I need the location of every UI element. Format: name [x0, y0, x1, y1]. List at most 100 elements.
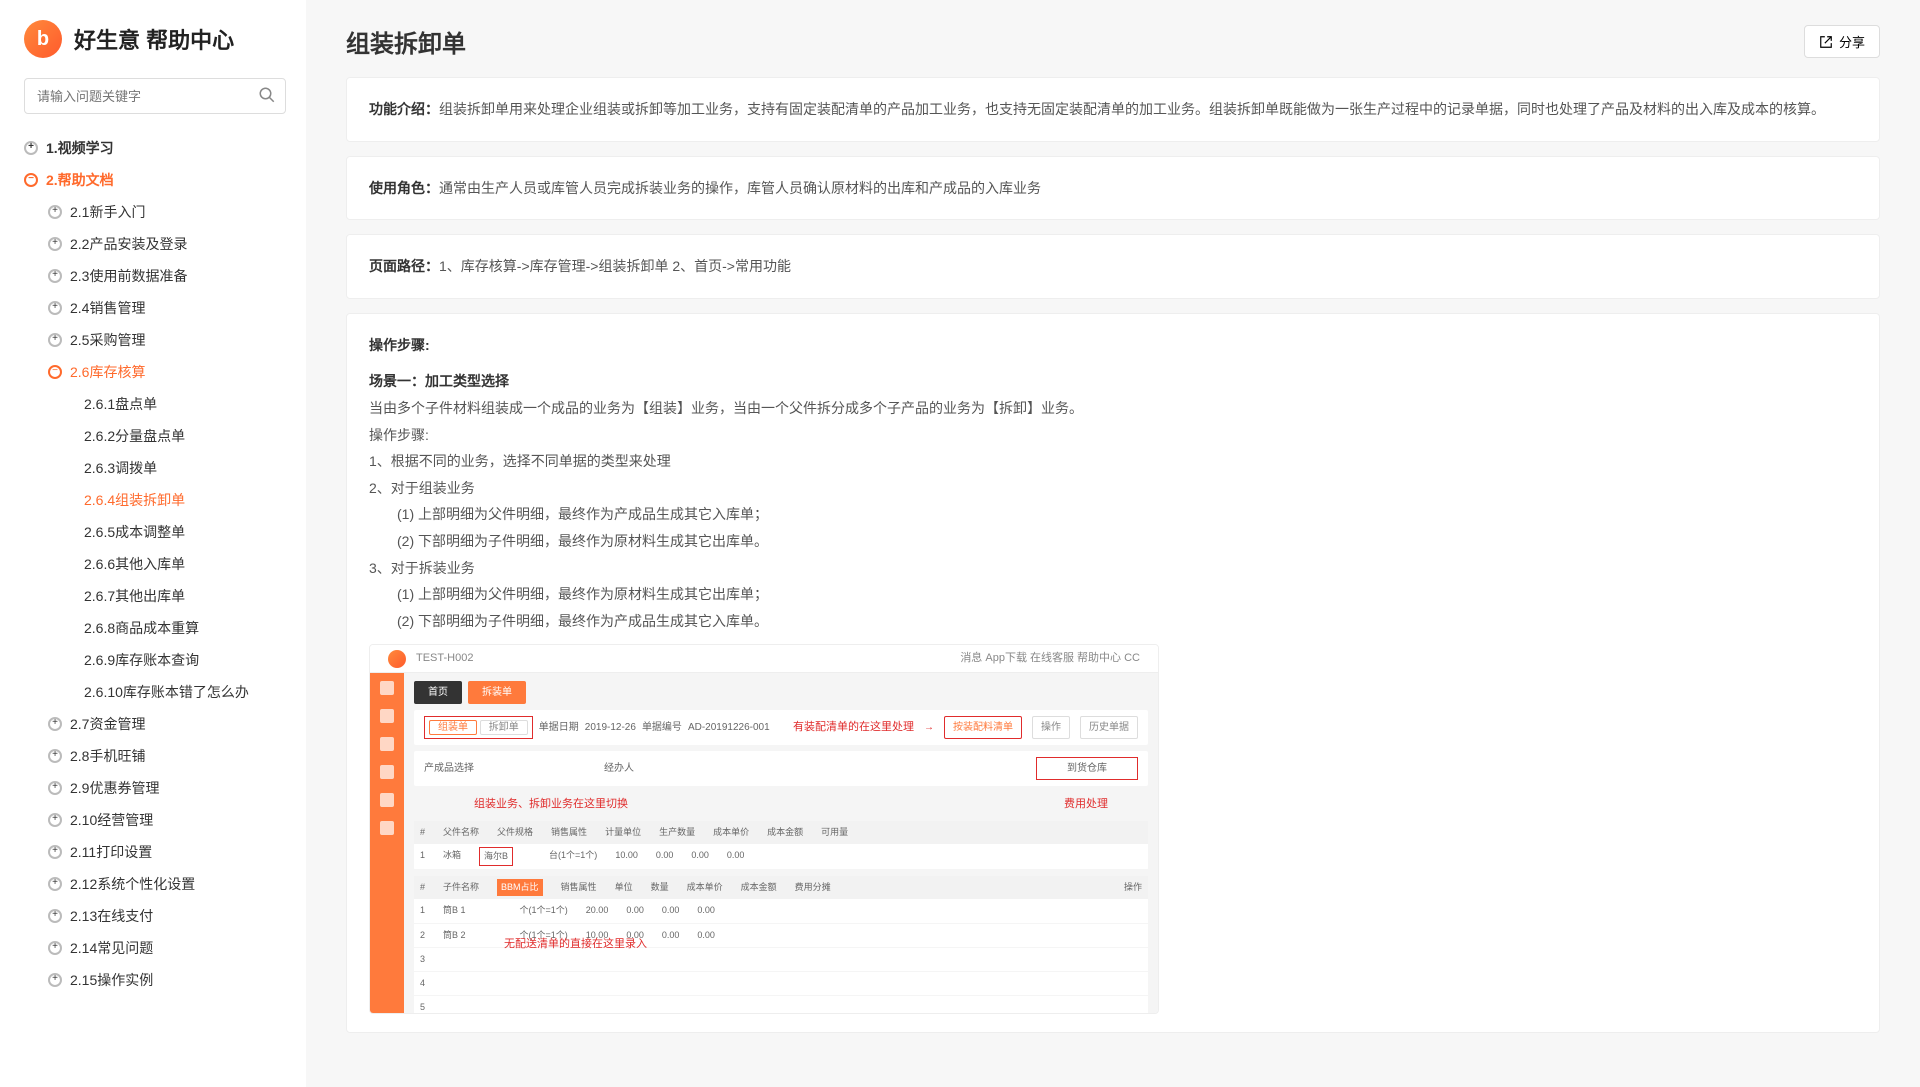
fig-dest-field: 到货仓库 [1036, 757, 1138, 780]
role-card: 使用角色：通常由生产人员或库管人员完成拆装业务的操作，库管人员确认原材料的出库和… [346, 156, 1880, 221]
steps-card: 操作步骤: 场景一：加工类型选择 当由多个子件材料组装成一个成品的业务为【组装】… [346, 313, 1880, 1034]
nav-2-6-2[interactable]: 2.6.2分量盘点单 [24, 420, 286, 452]
plus-icon [48, 877, 62, 891]
steps-sub: 操作步骤: [369, 422, 1857, 449]
fig-anno-direct: 无配送清单的直接在这里录入 [504, 934, 647, 955]
steps-title: 操作步骤: [369, 337, 430, 353]
fig-history-button: 历史单据 [1080, 716, 1138, 739]
fig-tenant: TEST-H002 [416, 648, 473, 669]
plus-icon [48, 269, 62, 283]
share-icon [1819, 35, 1833, 49]
fig-type-dismantle: 拆卸单 [480, 720, 528, 735]
nav-2-6-7[interactable]: 2.6.7其他出库单 [24, 580, 286, 612]
nav-2-3[interactable]: 2.3使用前数据准备 [24, 260, 286, 292]
plus-icon [48, 717, 62, 731]
nav-2-13[interactable]: 2.13在线支付 [24, 900, 286, 932]
embedded-screenshot: TEST-H002 消息 App下载 在线客服 帮助中心 CC 首页 拆装单 [369, 644, 1159, 1014]
fig-bom-button: 按装配料清单 [944, 716, 1022, 739]
fig-date-value: 2019-12-26 [585, 718, 636, 737]
cart-icon [380, 709, 394, 723]
fig-handler-field: 经办人 [604, 759, 634, 778]
fig-product-field: 产成品选择 [424, 759, 474, 778]
fig-sidebar [370, 673, 404, 1013]
nav-2-8[interactable]: 2.8手机旺铺 [24, 740, 286, 772]
nav-2-6-10[interactable]: 2.6.10库存账本错了怎么办 [24, 676, 286, 708]
nav-2-10[interactable]: 2.10经营管理 [24, 804, 286, 836]
brand-title: 好生意 帮助中心 [74, 23, 234, 55]
plus-icon [48, 781, 62, 795]
nav-2-4[interactable]: 2.4销售管理 [24, 292, 286, 324]
fig-tab-current: 拆装单 [468, 681, 526, 704]
report-icon [380, 793, 394, 807]
sidebar: b 好生意 帮助中心 1.视频学习 2.帮助文档 2.1新手入门 2.2产品安装… [0, 0, 306, 1087]
nav-2-7[interactable]: 2.7资金管理 [24, 708, 286, 740]
nav-2-6-9[interactable]: 2.6.9库存账本查询 [24, 644, 286, 676]
role-text: 通常由生产人员或库管人员完成拆装业务的操作，库管人员确认原材料的出库和产成品的入… [439, 180, 1041, 196]
intro-text: 组装拆卸单用来处理企业组装或拆卸等加工业务，支持有固定装配清单的产品加工业务，也… [439, 101, 1825, 117]
fig-op-button: 操作 [1032, 716, 1070, 739]
search-icon[interactable] [258, 86, 276, 107]
nav-2-6-4[interactable]: 2.6.4组装拆卸单 [24, 484, 286, 516]
nav-2-6-6[interactable]: 2.6.6其他入库单 [24, 548, 286, 580]
fig-code-label: 单据编号 [642, 718, 682, 737]
intro-label: 功能介绍： [369, 101, 439, 117]
step-3a: (1) 上部明细为父件明细，最终作为原材料生成其它出库单； [369, 581, 1857, 608]
plus-icon [48, 813, 62, 827]
share-button[interactable]: 分享 [1804, 25, 1880, 58]
fig-logo-icon [388, 650, 406, 668]
minus-icon [24, 173, 38, 187]
plus-icon [48, 301, 62, 315]
brand-logo-icon: b [24, 20, 62, 58]
box-icon [380, 737, 394, 751]
nav-2-1[interactable]: 2.1新手入门 [24, 196, 286, 228]
nav-2-9[interactable]: 2.9优惠券管理 [24, 772, 286, 804]
nav-2-6-8[interactable]: 2.6.8商品成本重算 [24, 612, 286, 644]
plus-icon [48, 205, 62, 219]
fig-code-value: AD-20191226-001 [688, 718, 770, 737]
nav-video-learning[interactable]: 1.视频学习 [24, 132, 286, 164]
nav-2-6[interactable]: 2.6库存核算 [24, 356, 286, 388]
role-label: 使用角色： [369, 180, 439, 196]
path-card: 页面路径：1、库存核算->库存管理->组装拆卸单 2、首页->常用功能 [346, 234, 1880, 299]
nav-2-14[interactable]: 2.14常见问题 [24, 932, 286, 964]
nav-2-5[interactable]: 2.5采购管理 [24, 324, 286, 356]
fig-tab-home: 首页 [414, 681, 462, 704]
plus-icon [48, 749, 62, 763]
nav-2-11[interactable]: 2.11打印设置 [24, 836, 286, 868]
plus-icon [48, 909, 62, 923]
nav-tree: 1.视频学习 2.帮助文档 2.1新手入门 2.2产品安装及登录 2.3使用前数… [24, 132, 286, 996]
plus-icon [24, 141, 38, 155]
plus-icon [48, 237, 62, 251]
nav-2-15[interactable]: 2.15操作实例 [24, 964, 286, 996]
fig-anno-fee: 费用处理 [1064, 794, 1108, 815]
step-3: 3、对于拆装业务 [369, 555, 1857, 582]
fig-anno-switch: 组装业务、拆卸业务在这里切换 [474, 794, 628, 815]
nav-help-docs[interactable]: 2.帮助文档 [24, 164, 286, 196]
nav-2-12[interactable]: 2.12系统个性化设置 [24, 868, 286, 900]
step-1: 1、根据不同的业务，选择不同单据的类型来处理 [369, 448, 1857, 475]
scene1-title: 场景一：加工类型选择 [369, 373, 509, 389]
nav-2-6-3[interactable]: 2.6.3调拨单 [24, 452, 286, 484]
fig-date-label: 单据日期 [539, 718, 579, 737]
nav-2-6-5[interactable]: 2.6.5成本调整单 [24, 516, 286, 548]
nav-2-6-1[interactable]: 2.6.1盘点单 [24, 388, 286, 420]
fig-type-assemble: 组装单 [429, 720, 477, 735]
search-input[interactable] [24, 78, 286, 114]
path-text: 1、库存核算->库存管理->组装拆卸单 2、首页->常用功能 [439, 258, 791, 274]
plus-icon [48, 333, 62, 347]
brand: b 好生意 帮助中心 [24, 20, 286, 58]
home-icon [380, 681, 394, 695]
scene1-desc: 当由多个子件材料组装成一个成品的业务为【组装】业务，当由一个父件拆分成多个子产品… [369, 395, 1857, 422]
page-title: 组装拆卸单 [346, 24, 466, 59]
setting-icon [380, 821, 394, 835]
plus-icon [48, 941, 62, 955]
plus-icon [48, 845, 62, 859]
plus-icon [48, 973, 62, 987]
intro-card: 功能介绍：组装拆卸单用来处理企业组装或拆卸等加工业务，支持有固定装配清单的产品加… [346, 77, 1880, 142]
fig-anno-bom: 有装配清单的在这里处理 [793, 717, 914, 738]
stock-icon [380, 765, 394, 779]
search-box [24, 78, 286, 114]
fig-top-links: 消息 App下载 在线客服 帮助中心 CC [960, 648, 1140, 669]
step-2a: (1) 上部明细为父件明细，最终作为产成品生成其它入库单； [369, 501, 1857, 528]
nav-2-2[interactable]: 2.2产品安装及登录 [24, 228, 286, 260]
